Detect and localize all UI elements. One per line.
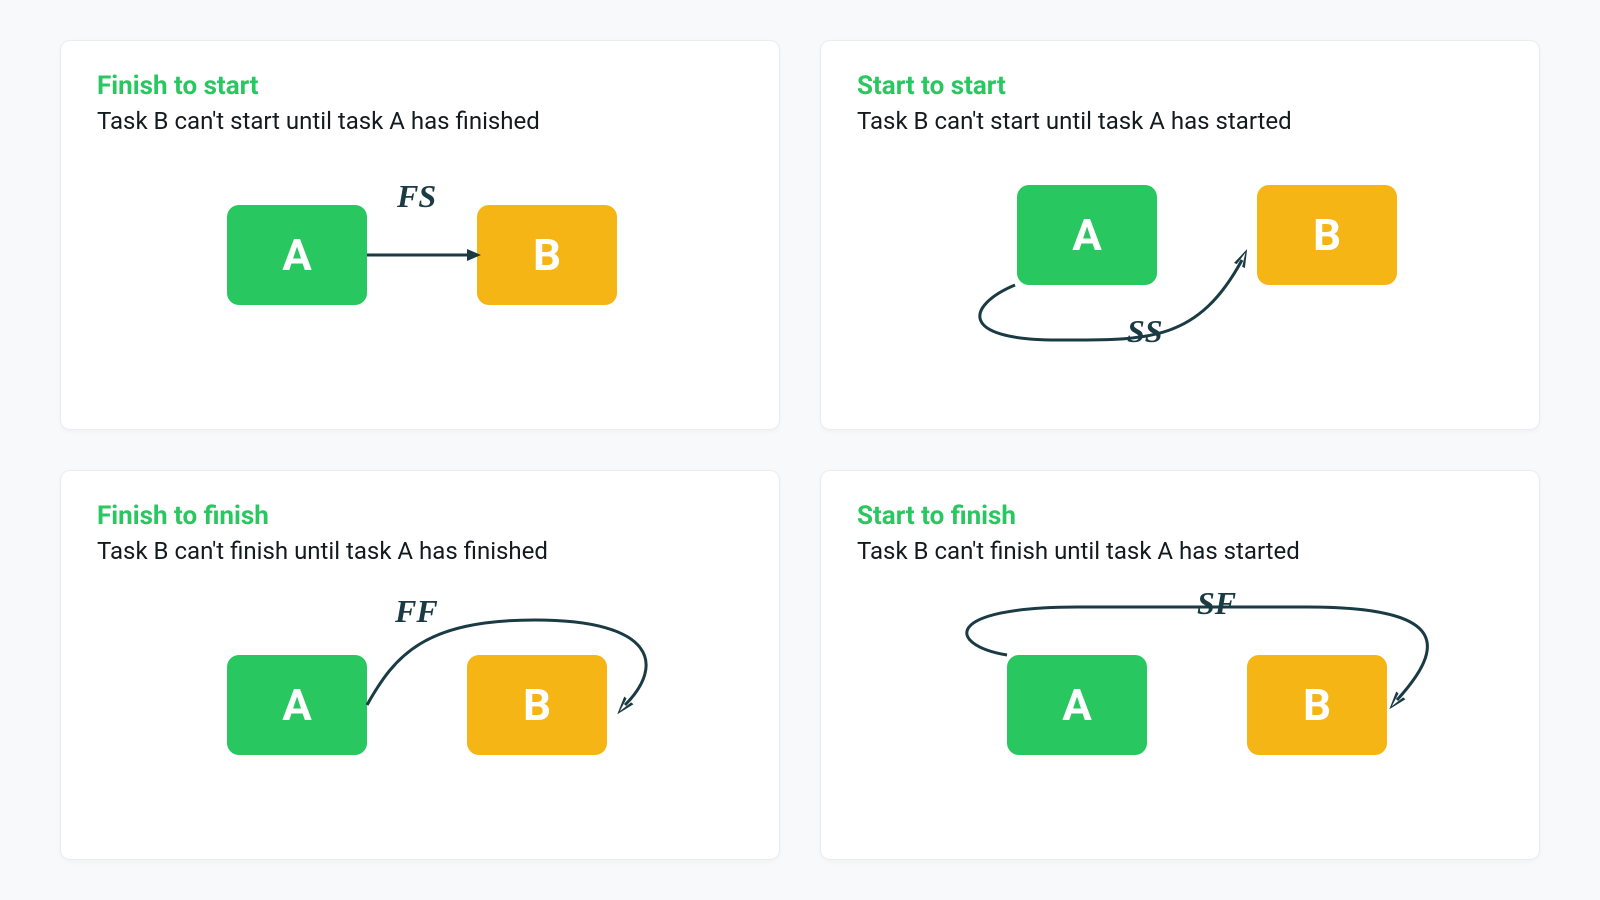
card-title: Finish to finish	[97, 501, 743, 531]
relation-label: FS	[397, 180, 436, 212]
task-a-label: A	[1062, 679, 1092, 731]
task-b-label: B	[1303, 679, 1331, 731]
task-b-label: B	[1313, 209, 1341, 261]
card-title: Start to start	[857, 71, 1503, 101]
card-start-to-start: Start to start Task B can't start until …	[820, 40, 1540, 430]
card-finish-to-start: Finish to start Task B can't start until…	[60, 40, 780, 430]
relation-label: SF	[1197, 587, 1236, 619]
task-b-box: B	[1257, 185, 1397, 285]
task-b-label: B	[533, 229, 561, 281]
card-start-to-finish: Start to finish Task B can't finish unti…	[820, 470, 1540, 860]
card-description: Task B can't start until task A has fini…	[97, 107, 743, 135]
card-title: Start to finish	[857, 501, 1503, 531]
card-finish-to-finish: Finish to finish Task B can't finish unt…	[60, 470, 780, 860]
dependency-arrow-icon	[367, 245, 487, 265]
task-a-box: A	[1007, 655, 1147, 755]
task-a-label: A	[282, 679, 312, 731]
task-b-box: B	[467, 655, 607, 755]
diagram-ff: A B FF	[97, 575, 743, 839]
task-a-label: A	[282, 229, 312, 281]
diagram-fs: A B FS	[97, 145, 743, 409]
task-a-box: A	[227, 655, 367, 755]
task-b-box: B	[477, 205, 617, 305]
task-a-box: A	[1017, 185, 1157, 285]
card-description: Task B can't start until task A has star…	[857, 107, 1503, 135]
relation-label: FF	[395, 595, 438, 627]
relation-label: SS	[1127, 315, 1163, 347]
task-a-box: A	[227, 205, 367, 305]
diagram-ss: A B SS	[857, 145, 1503, 409]
task-b-label: B	[523, 679, 551, 731]
task-a-label: A	[1072, 209, 1102, 261]
task-b-box: B	[1247, 655, 1387, 755]
card-description: Task B can't finish until task A has sta…	[857, 537, 1503, 565]
card-description: Task B can't finish until task A has fin…	[97, 537, 743, 565]
diagram-sf: A B SF	[857, 575, 1503, 839]
card-title: Finish to start	[97, 71, 743, 101]
